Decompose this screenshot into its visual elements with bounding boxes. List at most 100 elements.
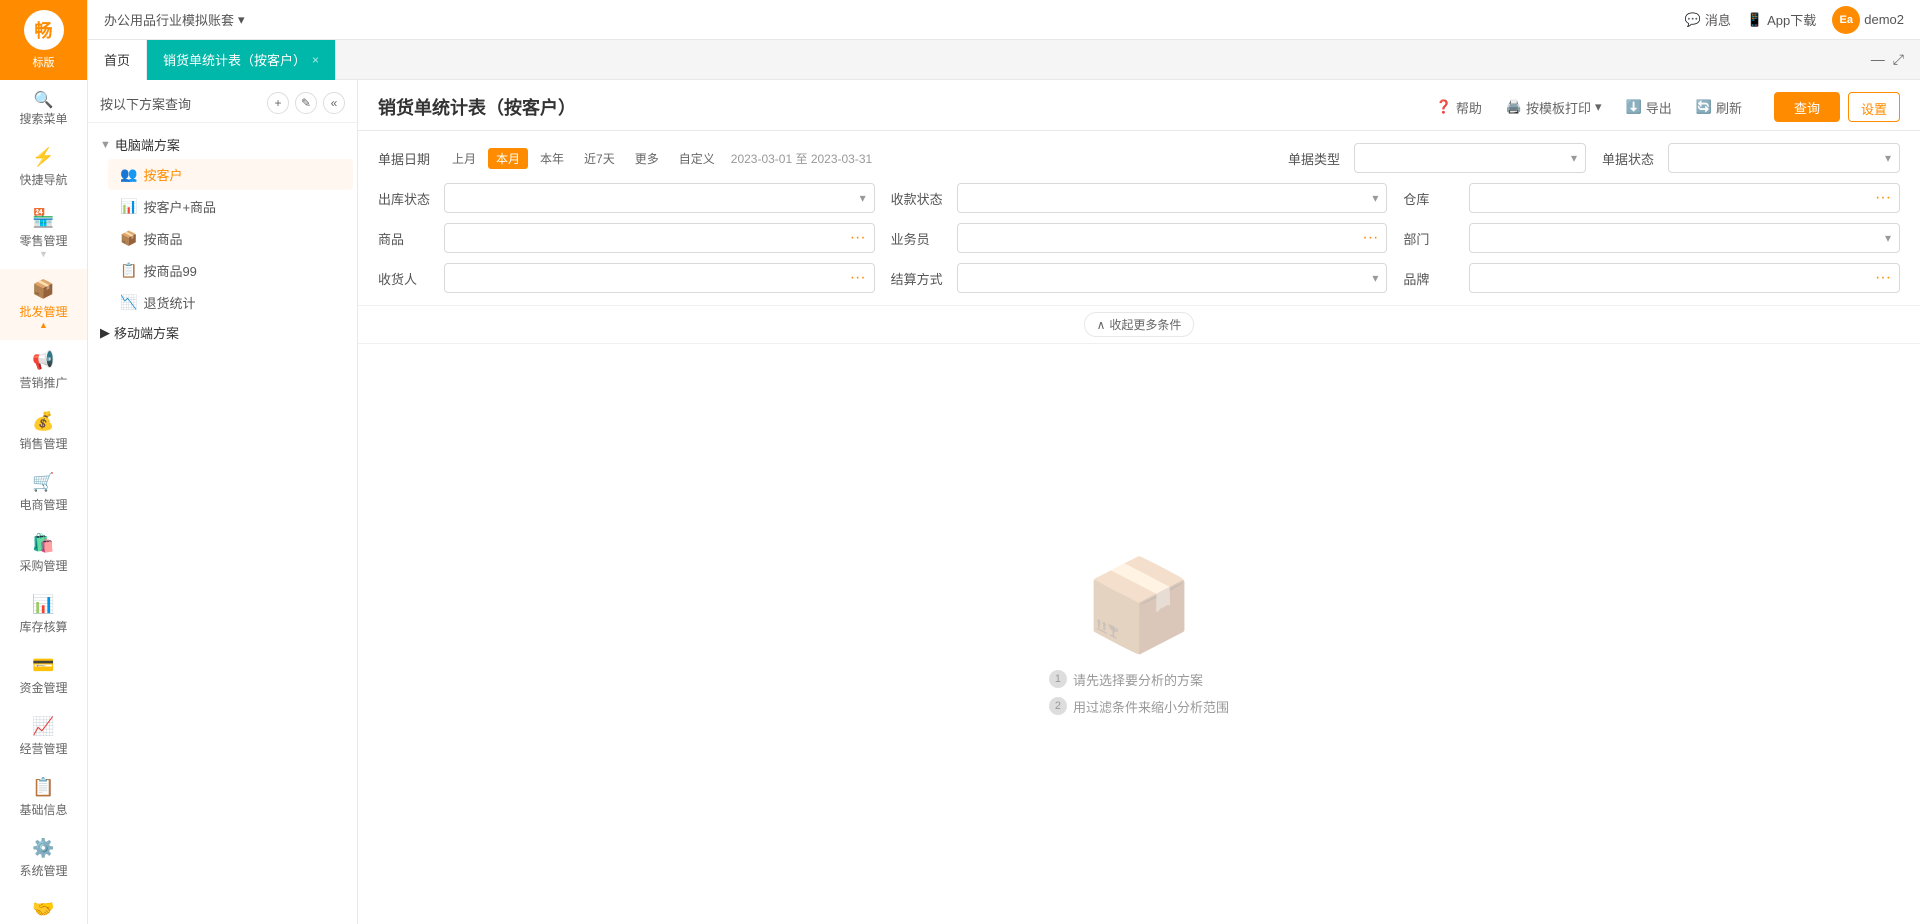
collection-selector[interactable]: ▾ [957, 183, 1388, 213]
doc-status-chevron: ▾ [1885, 151, 1891, 165]
sidebar-item-corp[interactable]: 🤝 企业协同 [0, 889, 87, 924]
scheme-tree: ▼ 电脑端方案 👥 按客户 📊 按客户+商品 📦 [88, 123, 357, 924]
settings-button[interactable]: 设置 [1848, 92, 1900, 122]
sidebar-item-quicknav[interactable]: ⚡ 快捷导航 [0, 137, 87, 198]
collection-label: 收款状态 [891, 189, 951, 208]
sidebar-item-sales[interactable]: 💰 销售管理 [0, 401, 87, 462]
refresh-button[interactable]: 🔄 刷新 [1688, 94, 1750, 121]
warehouse-filter-item: 仓库 ··· [1403, 183, 1900, 213]
right-content: 销货单统计表（按客户） ❓ 帮助 🖨️ 按模板打印 ▾ ⬇️ 导出 [358, 80, 1920, 924]
mobile-scheme-group-header[interactable]: ▶ 移动端方案 [88, 319, 357, 346]
tab-sales-stats[interactable]: 销货单统计表（按客户） × [147, 40, 336, 80]
user-profile[interactable]: Ea demo2 [1832, 6, 1904, 34]
scheme-item-by-goods99[interactable]: 📋 按商品99 [108, 255, 353, 286]
query-button[interactable]: 查询 [1774, 92, 1840, 122]
desktop-scheme-group: ▼ 电脑端方案 👥 按客户 📊 按客户+商品 📦 [88, 131, 357, 318]
department-chevron: ▾ [1885, 231, 1891, 245]
hint-num-2: 2 [1049, 697, 1067, 715]
goods-selector[interactable]: ··· [444, 223, 875, 253]
template-print-button[interactable]: 🖨️ 按模板打印 ▾ [1498, 94, 1610, 121]
date-tab-custom[interactable]: 自定义 [671, 148, 723, 169]
filter-row-3: 商品 ··· 业务员 ··· 部门 [378, 223, 1900, 253]
scheme-item-by-goods[interactable]: 📦 按商品 [108, 223, 353, 254]
settlement-selector[interactable]: ▾ [957, 263, 1388, 293]
mobile-group-arrow: ▶ [100, 325, 110, 341]
export-button[interactable]: ⬇️ 导出 [1618, 94, 1680, 121]
empty-state: 📦 1 请先选择要分析的方案 2 用过滤条件来缩小分析范围 [358, 344, 1920, 924]
salesman-selector[interactable]: ··· [957, 223, 1388, 253]
out-status-chevron: ▾ [860, 191, 866, 205]
settlement-label: 结算方式 [891, 269, 951, 288]
sidebar-item-ecommerce[interactable]: 🛒 电商管理 [0, 462, 87, 523]
sidebar-item-basic[interactable]: 📋 基础信息 [0, 767, 87, 828]
top-header: 办公用品行业模拟账套 ▾ 💬 消息 📱 App下载 Ea demo2 [88, 0, 1920, 40]
desktop-group-label: 电脑端方案 [115, 135, 180, 154]
sidebar-item-inventory[interactable]: 📊 库存核算 [0, 584, 87, 645]
doc-type-label: 单据类型 [1288, 149, 1348, 168]
sidebar-item-finance[interactable]: 💳 资金管理 [0, 645, 87, 706]
date-tab-more[interactable]: 更多 [627, 148, 667, 169]
doc-type-selector[interactable]: ▾ [1354, 143, 1586, 173]
scheme-item-by-customer-goods[interactable]: 📊 按客户+商品 [108, 191, 353, 222]
collapse-more-button[interactable]: ∧ 收起更多条件 [1084, 312, 1195, 337]
ecommerce-icon: 🛒 [32, 472, 54, 493]
doc-status-selector[interactable]: ▾ [1668, 143, 1900, 173]
system-icon: ⚙️ [32, 838, 54, 859]
doc-status-label: 单据状态 [1602, 149, 1662, 168]
add-scheme-button[interactable]: + [267, 92, 289, 114]
tab-home[interactable]: 首页 [88, 40, 147, 80]
empty-hint-2-text: 用过滤条件来缩小分析范围 [1073, 697, 1229, 716]
header-left: 办公用品行业模拟账套 ▾ [104, 10, 245, 29]
desktop-scheme-group-header[interactable]: ▼ 电脑端方案 [88, 131, 357, 158]
department-selector[interactable]: ▾ [1469, 223, 1900, 253]
sidebar-item-purchase[interactable]: 🛍️ 采购管理 [0, 523, 87, 584]
doc-status-filter-item: 单据状态 ▾ [1602, 143, 1900, 173]
system-label: 系统管理 [19, 862, 67, 879]
date-tab-this-year[interactable]: 本年 [532, 148, 572, 169]
settlement-filter-item: 结算方式 ▾ [891, 263, 1388, 293]
collapse-panel-button[interactable]: « [323, 92, 345, 114]
date-range-display: 2023-03-01 至 2023-03-31 [731, 150, 872, 167]
basic-icon: 📋 [32, 777, 54, 798]
scheme-item-return-stats[interactable]: 📉 退货统计 [108, 287, 353, 318]
search-menu-button[interactable]: 🔍 搜索菜单 [19, 80, 67, 137]
finance-label: 资金管理 [19, 679, 67, 696]
sidebar-item-system[interactable]: ⚙️ 系统管理 [0, 828, 87, 889]
sidebar-item-retail[interactable]: 🏪 零售管理 ▼ [0, 198, 87, 269]
warehouse-dots: ··· [1875, 189, 1891, 207]
date-tab-last-month[interactable]: 上月 [444, 148, 484, 169]
doc-type-chevron: ▾ [1571, 151, 1577, 165]
sidebar-item-marketing[interactable]: 📢 营销推广 [0, 340, 87, 401]
tab-window-controls: — ⤢ [1871, 51, 1920, 68]
tab-maximize-button[interactable]: ⤢ [1893, 51, 1904, 68]
scheme-item-by-customer[interactable]: 👥 按客户 [108, 159, 353, 190]
app-download-button[interactable]: 📱 App下载 [1747, 10, 1816, 29]
message-icon: 💬 [1685, 12, 1701, 28]
quicknav-label: 快捷导航 [19, 171, 67, 188]
help-button[interactable]: ❓ 帮助 [1428, 94, 1490, 121]
collapse-arrow-icon: ∧ [1097, 318, 1106, 332]
hint-num-1: 1 [1049, 670, 1067, 688]
by-goods-icon: 📦 [120, 230, 137, 247]
warehouse-selector[interactable]: ··· [1469, 183, 1900, 213]
consignee-selector[interactable]: ··· [444, 263, 875, 293]
date-tab-last7days[interactable]: 近7天 [576, 148, 623, 169]
date-tab-this-month[interactable]: 本月 [488, 148, 528, 169]
sidebar-item-wholesale[interactable]: 📦 批发管理 ▲ [0, 269, 87, 340]
edit-scheme-button[interactable]: ✎ [295, 92, 317, 114]
tab-sales-stats-label: 销货单统计表（按客户） [163, 50, 306, 69]
purchase-icon: 🛍️ [32, 533, 54, 554]
out-status-filter-item: 出库状态 ▾ [378, 183, 875, 213]
by-customer-label: 按客户 [143, 165, 182, 184]
tab-close-button[interactable]: × [312, 53, 319, 67]
message-label: 消息 [1705, 10, 1731, 29]
message-button[interactable]: 💬 消息 [1685, 10, 1731, 29]
industry-selector[interactable]: 办公用品行业模拟账套 ▾ [104, 10, 245, 29]
finance-icon: 💳 [32, 655, 54, 676]
brand-selector[interactable]: ··· [1469, 263, 1900, 293]
sidebar-item-operation[interactable]: 📈 经营管理 [0, 706, 87, 767]
goods-label: 商品 [378, 229, 438, 248]
out-status-selector[interactable]: ▾ [444, 183, 875, 213]
tab-minimize-button[interactable]: — [1871, 51, 1885, 68]
main-area: 办公用品行业模拟账套 ▾ 💬 消息 📱 App下载 Ea demo2 首页 销货… [88, 0, 1920, 924]
